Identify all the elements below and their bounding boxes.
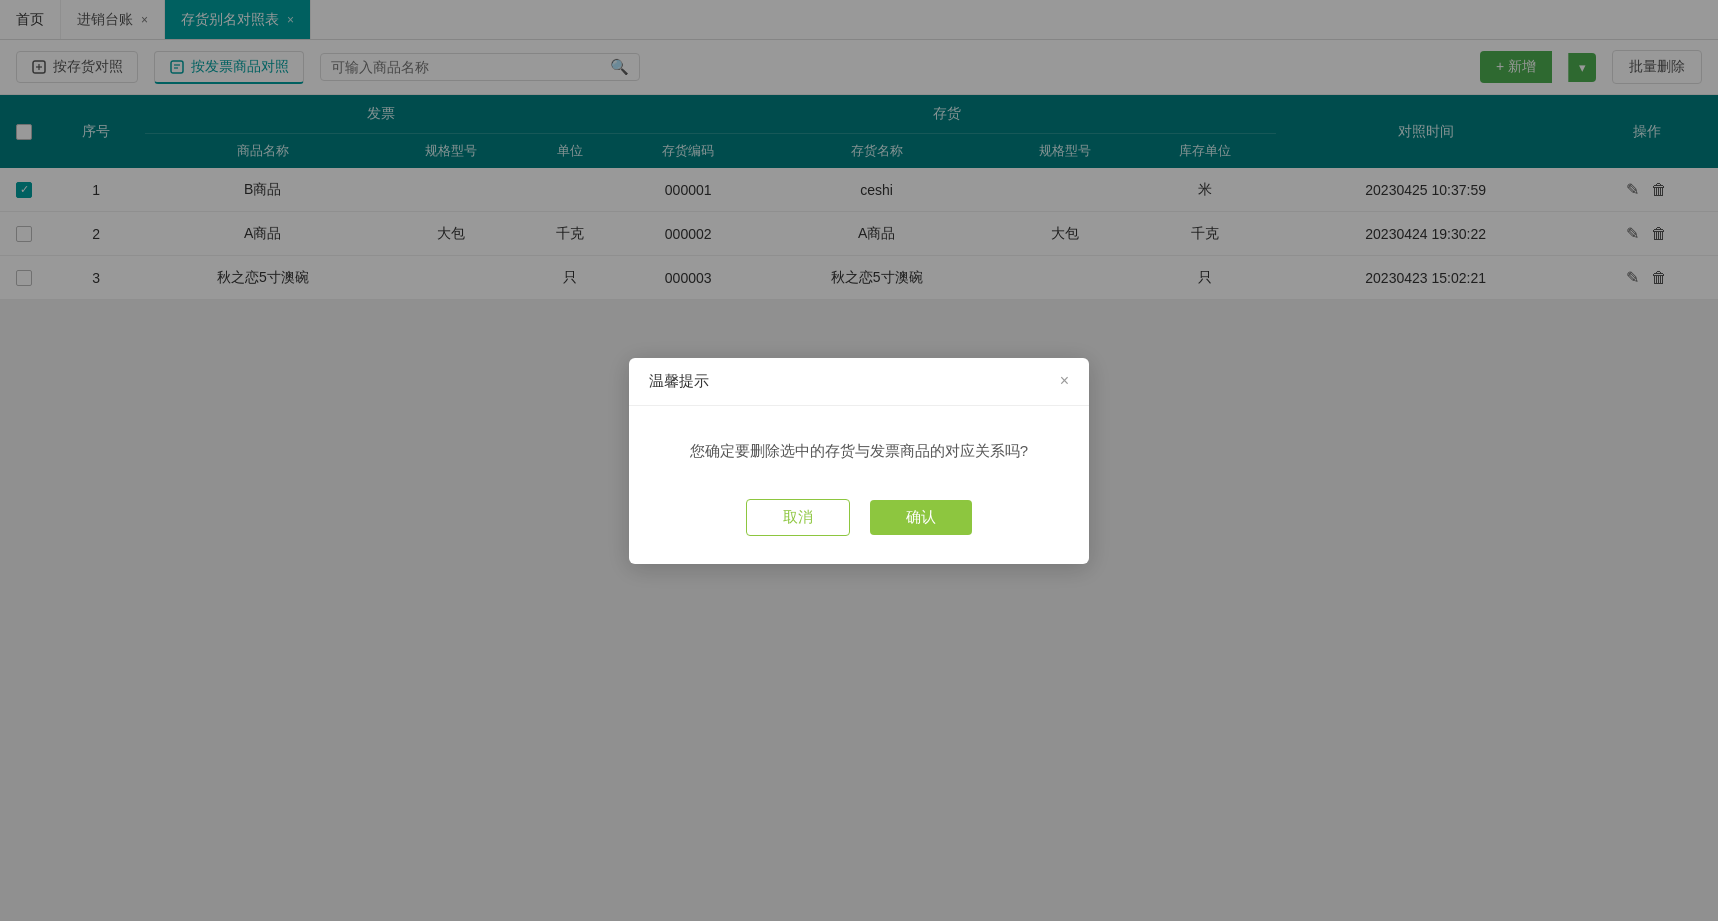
dialog-overlay: 温馨提示 × 您确定要删除选中的存货与发票商品的对应关系吗? 取消 确认 bbox=[0, 0, 1718, 300]
